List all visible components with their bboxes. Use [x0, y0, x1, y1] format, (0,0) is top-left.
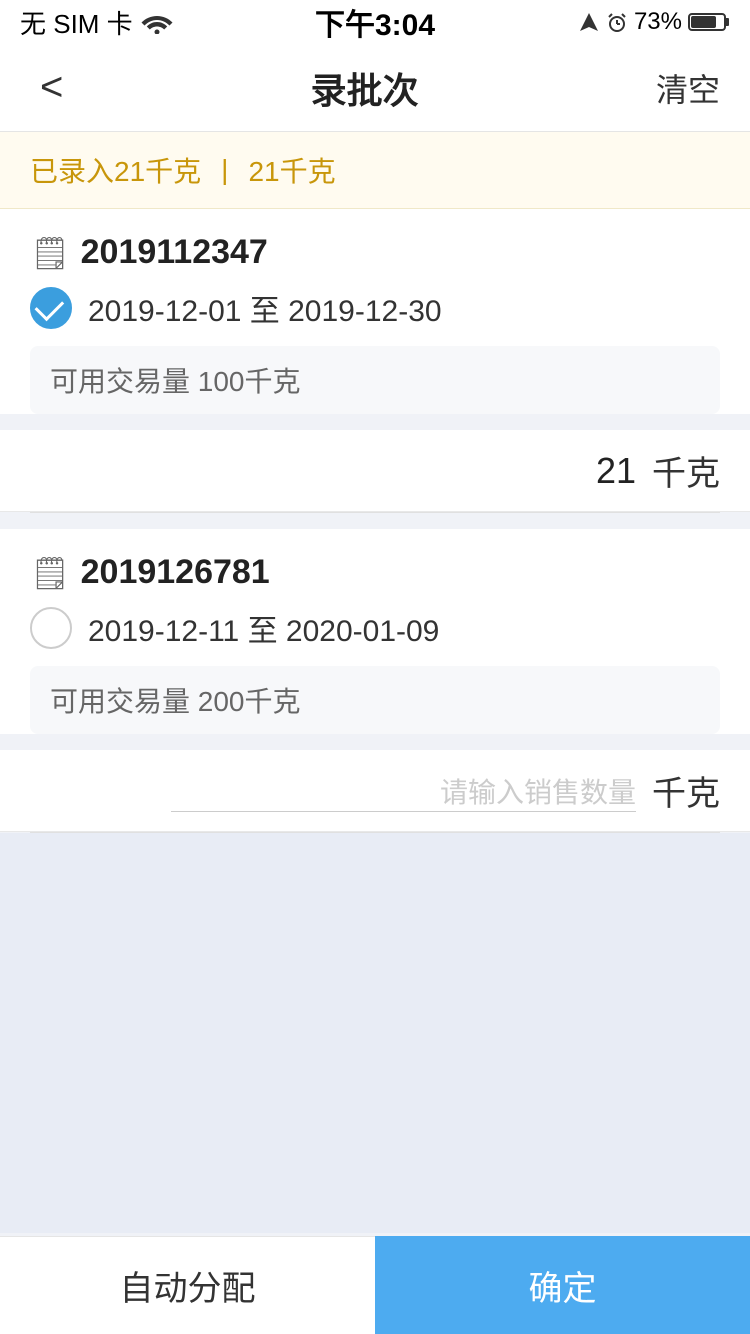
auto-distribute-button[interactable]: 自动分配 — [0, 1236, 375, 1334]
battery-icon — [688, 11, 730, 33]
summary-bar: 已录入21千克 | 21千克 — [0, 132, 750, 209]
batch-2-header: 🗒 2019126781 — [30, 553, 720, 592]
nav-bar: < 录批次 清空 — [0, 44, 750, 132]
batch-1-date-row: 2019-12-01 至 2019-12-30 — [30, 286, 720, 330]
status-bar: 无 SIM 卡 下午3:04 73% — [0, 0, 750, 44]
bottom-content-area — [0, 833, 750, 1233]
clear-button[interactable]: 清空 — [656, 65, 720, 111]
batch-2-checkbox[interactable] — [30, 607, 72, 649]
batch-1-qty-value: 21 — [596, 450, 636, 492]
status-time: 下午3:04 — [315, 0, 435, 44]
wifi-icon — [141, 10, 173, 34]
back-button[interactable]: < — [30, 55, 73, 120]
battery-text: 73% — [634, 8, 682, 36]
batch-2-qty-text: 可用交易量 200千克 — [50, 686, 301, 717]
section-gap — [0, 513, 750, 529]
batch-1-unit: 千克 — [652, 446, 720, 495]
no-sim-text: 无 SIM 卡 — [20, 4, 133, 41]
batch-card-2: 🗒 2019126781 2019-12-11 至 2020-01-09 可用交… — [0, 529, 750, 734]
batch-id-icon-1: 🗒 — [30, 234, 71, 272]
batch-1-header: 🗒 2019112347 — [30, 233, 720, 272]
batch-1-qty-text: 可用交易量 100千克 — [50, 366, 301, 397]
batch-2-qty-box: 可用交易量 200千克 — [30, 666, 720, 734]
summary-divider: | — [221, 154, 228, 186]
location-icon — [578, 11, 600, 33]
status-right: 73% — [578, 8, 730, 36]
batch-2-qty-input[interactable] — [171, 769, 636, 812]
confirm-button[interactable]: 确定 — [375, 1236, 750, 1334]
batch-1-input-row: 21 千克 — [0, 430, 750, 512]
recorded-label: 已录入21千克 — [30, 150, 201, 190]
batch-2-date: 2019-12-11 至 2020-01-09 — [88, 606, 439, 650]
alarm-icon — [606, 11, 628, 33]
batch-2-id: 2019126781 — [81, 553, 270, 592]
batch-card-1: 🗒 2019112347 2019-12-01 至 2019-12-30 可用交… — [0, 209, 750, 414]
batch-2-input-row: 千克 — [0, 750, 750, 832]
total-label: 21千克 — [248, 150, 335, 190]
batch-1-date: 2019-12-01 至 2019-12-30 — [88, 286, 442, 330]
bottom-bar: 自动分配 确定 — [0, 1236, 750, 1334]
batch-id-icon-2: 🗒 — [30, 554, 71, 592]
page-title: 录批次 — [311, 62, 419, 114]
batch-2-date-row: 2019-12-11 至 2020-01-09 — [30, 606, 720, 650]
batch-1-id: 2019112347 — [81, 233, 268, 272]
status-left: 无 SIM 卡 — [20, 4, 173, 41]
batch-1-checkbox[interactable] — [30, 287, 72, 329]
batch-2-unit: 千克 — [652, 766, 720, 815]
batch-1-qty-box: 可用交易量 100千克 — [30, 346, 720, 414]
